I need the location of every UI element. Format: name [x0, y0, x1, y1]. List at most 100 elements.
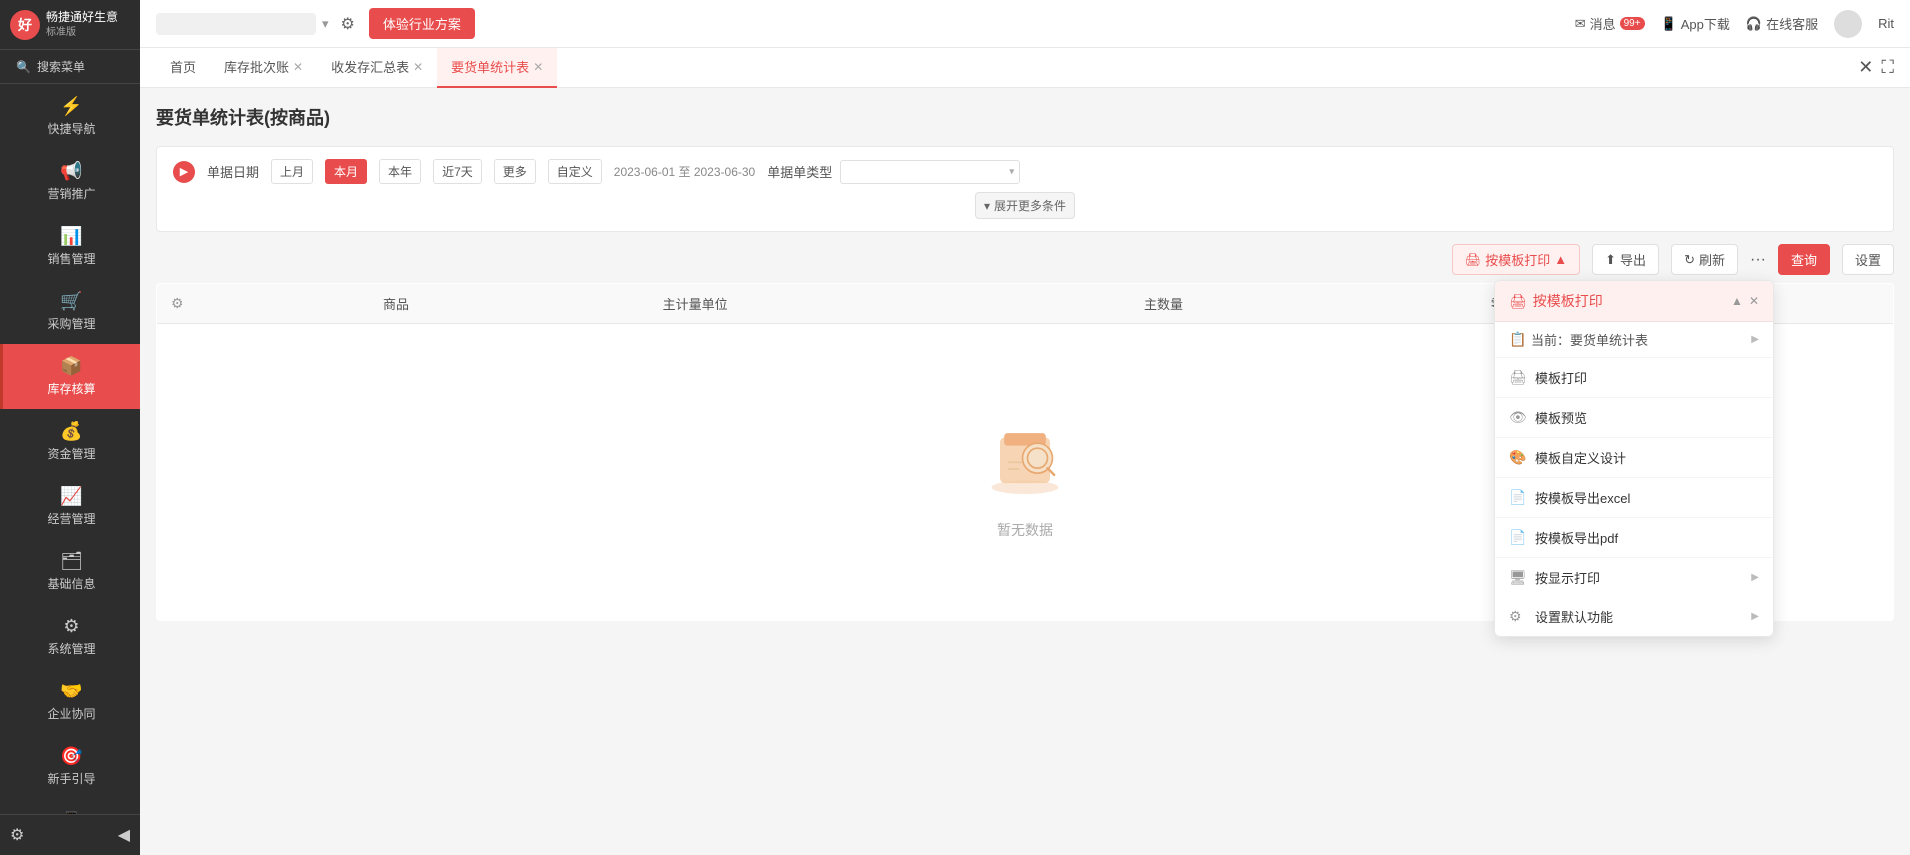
topbar-search-input[interactable]: [156, 13, 316, 35]
sales-icon: 📊: [60, 226, 82, 247]
date-btn-more[interactable]: 更多: [494, 159, 536, 184]
main-content: ▾ ⚙ 体验行业方案 ✉ 消息 99+ 📱 App下载 🎧 在线客服 Rit 首…: [140, 0, 1910, 855]
query-btn[interactable]: 查询: [1778, 244, 1830, 275]
guide-icon: 🎯: [60, 746, 82, 767]
order-type-select[interactable]: [840, 160, 1020, 184]
purchase-icon: 🛒: [60, 291, 82, 312]
quick-nav-icon: ⚡: [60, 96, 82, 117]
col-settings: ⚙: [157, 284, 370, 324]
toolbar: 🖨 按模板打印 ▲ ⬆ 导出 ↻ 刷新 ··· 查询 设置: [156, 244, 1894, 275]
sidebar-item-sales[interactable]: 📊 销售管理: [0, 214, 140, 279]
logo-text: 畅捷通好生意 标准版: [46, 10, 118, 39]
messages-action[interactable]: ✉ 消息 99+: [1575, 14, 1645, 33]
dropdown-item-set-default[interactable]: ⚙ 设置默认功能 ▶: [1495, 597, 1773, 636]
enterprise-icon: 🤝: [60, 681, 82, 702]
headset-icon: 🎧: [1746, 16, 1762, 32]
settings-btn[interactable]: 设置: [1842, 244, 1894, 275]
dropdown-close-btn[interactable]: ✕: [1749, 294, 1759, 308]
expand-filter-btn[interactable]: ▾ 展开更多条件: [975, 192, 1075, 219]
printer-icon: 🖨: [1465, 252, 1482, 268]
dropdown-item-display-print[interactable]: 🖥 按显示打印 ▶: [1495, 558, 1773, 597]
export-btn[interactable]: ⬆ 导出: [1592, 244, 1659, 275]
dropdown-item-export-pdf[interactable]: 📄 按模板导出pdf: [1495, 518, 1773, 558]
sidebar-search[interactable]: 🔍 搜索菜单: [0, 50, 140, 84]
sidebar-item-finance[interactable]: 💰 资金管理: [0, 409, 140, 474]
sidebar-item-enterprise[interactable]: 🤝 企业协同: [0, 669, 140, 734]
topbar-right: ✉ 消息 99+ 📱 App下载 🎧 在线客服 Rit: [1575, 10, 1894, 38]
app-download-action[interactable]: 📱 App下载: [1661, 14, 1730, 33]
col-product: 商品: [369, 284, 649, 324]
set-default-icon: ⚙: [1509, 608, 1527, 625]
dropdown-item-template-print[interactable]: 🖨 模板打印: [1495, 358, 1773, 398]
base-icon: 🗂: [60, 551, 83, 572]
sidebar-item-app-center[interactable]: 📱 应用中心: [0, 799, 140, 814]
experience-btn[interactable]: 体验行业方案: [369, 8, 475, 39]
sidebar-item-operation[interactable]: 📈 经营管理: [0, 474, 140, 539]
sidebar-item-inventory[interactable]: 📦 库存核算: [0, 344, 140, 409]
messages-badge: 99+: [1620, 17, 1645, 30]
tab-maximize-icon[interactable]: ⛶: [1881, 57, 1894, 78]
sidebar-item-quick-nav[interactable]: ⚡ 快捷导航: [0, 84, 140, 149]
search-icon: 🔍: [16, 60, 31, 74]
sidebar-item-system[interactable]: ⚙ 系统管理: [0, 604, 140, 669]
template-print-btn[interactable]: 🖨 按模板打印 ▲: [1452, 244, 1580, 275]
template-preview-icon: 👁: [1509, 409, 1527, 426]
table-settings-icon[interactable]: ⚙: [171, 295, 184, 311]
avatar[interactable]: [1834, 10, 1862, 38]
empty-illustration: [975, 404, 1075, 504]
tab-home[interactable]: 首页: [156, 48, 210, 88]
topbar-gear-icon[interactable]: ⚙: [341, 14, 355, 34]
sidebar-item-base[interactable]: 🗂 基础信息: [0, 539, 140, 604]
date-btn-custom[interactable]: 自定义: [548, 159, 602, 184]
dropdown-header-actions: ▲ ✕: [1731, 294, 1759, 308]
logo-icon: 好: [10, 10, 40, 40]
col-qty: 主数量: [1130, 284, 1477, 324]
dropdown-item-template-preview[interactable]: 👁 模板预览: [1495, 398, 1773, 438]
topbar-chevron-icon[interactable]: ▾: [322, 16, 329, 32]
tab-inventory-batch[interactable]: 库存批次账 ✕: [210, 48, 317, 88]
sidebar-item-guide[interactable]: 🎯 新手引导: [0, 734, 140, 799]
date-filter-label: 单据日期: [207, 162, 259, 181]
date-btn-this-month[interactable]: 本月: [325, 159, 367, 184]
collapse-icon[interactable]: ◀: [118, 825, 130, 845]
tab-close-inventory-batch[interactable]: ✕: [293, 60, 303, 74]
topbar: ▾ ⚙ 体验行业方案 ✉ 消息 99+ 📱 App下载 🎧 在线客服 Rit: [140, 0, 1910, 48]
sidebar-item-marketing[interactable]: 📢 营销推广: [0, 149, 140, 214]
display-print-arrow: ▶: [1751, 572, 1759, 583]
page-content: 要货单统计表(按商品) ▶ 单据日期 上月 本月 本年 近7天 更多 自定义 2…: [140, 88, 1910, 855]
date-btn-this-year[interactable]: 本年: [379, 159, 421, 184]
dropdown-item-export-excel[interactable]: 📄 按模板导出excel: [1495, 478, 1773, 518]
marketing-icon: 📢: [60, 161, 82, 182]
sidebar-logo: 好 畅捷通好生意 标准版: [0, 0, 140, 50]
online-service-action[interactable]: 🎧 在线客服: [1746, 14, 1818, 33]
sidebar-item-purchase[interactable]: 🛒 采购管理: [0, 279, 140, 344]
tab-close-receipt-summary[interactable]: ✕: [413, 60, 423, 74]
dropdown-printer-icon: 🖨: [1509, 293, 1527, 310]
export-icon: ⬆: [1605, 252, 1616, 268]
filter-row-2: ▾ 展开更多条件: [173, 192, 1877, 219]
tab-receipt-summary[interactable]: 收发存汇总表 ✕: [317, 48, 437, 88]
phone-icon: 📱: [1661, 16, 1677, 32]
dropdown-up-btn[interactable]: ▲: [1731, 294, 1743, 308]
filter-toggle-btn[interactable]: ▶: [173, 161, 195, 183]
tab-close-all-icon[interactable]: ✕: [1858, 57, 1873, 78]
dropdown-header: 🖨 按模板打印 ▲ ✕: [1495, 281, 1773, 322]
operation-icon: 📈: [60, 486, 82, 507]
dropdown-current-item[interactable]: 📋 当前：要货单统计表 ▶: [1495, 322, 1773, 358]
date-btn-7days[interactable]: 近7天: [433, 159, 482, 184]
tab-close-order-stats[interactable]: ✕: [533, 60, 543, 74]
dropdown-item-template-design[interactable]: 🎨 模板自定义设计: [1495, 438, 1773, 478]
more-actions-btn[interactable]: ···: [1750, 251, 1766, 269]
settings-bottom-icon[interactable]: ⚙: [10, 825, 24, 845]
username: Rit: [1878, 16, 1894, 31]
date-btn-last-month[interactable]: 上月: [271, 159, 313, 184]
finance-icon: 💰: [60, 421, 82, 442]
tab-order-stats[interactable]: 要货单统计表 ✕: [437, 48, 557, 88]
date-range-display: 2023-06-01 至 2023-06-30: [614, 163, 755, 180]
sidebar: 好 畅捷通好生意 标准版 🔍 搜索菜单 ⚡ 快捷导航 📢 营销推广 📊 销售管理…: [0, 0, 140, 855]
dropdown-title: 🖨 按模板打印: [1509, 291, 1603, 311]
dropdown-menu: 🖨 按模板打印 ▲ ✕ 📋 当前：要货单统计表 ▶ 🖨 模板打印: [1494, 280, 1774, 637]
refresh-btn[interactable]: ↻ 刷新: [1671, 244, 1738, 275]
order-type-filter: 单据单类型: [767, 160, 1020, 184]
sidebar-bottom: ⚙ ◀: [0, 814, 140, 855]
